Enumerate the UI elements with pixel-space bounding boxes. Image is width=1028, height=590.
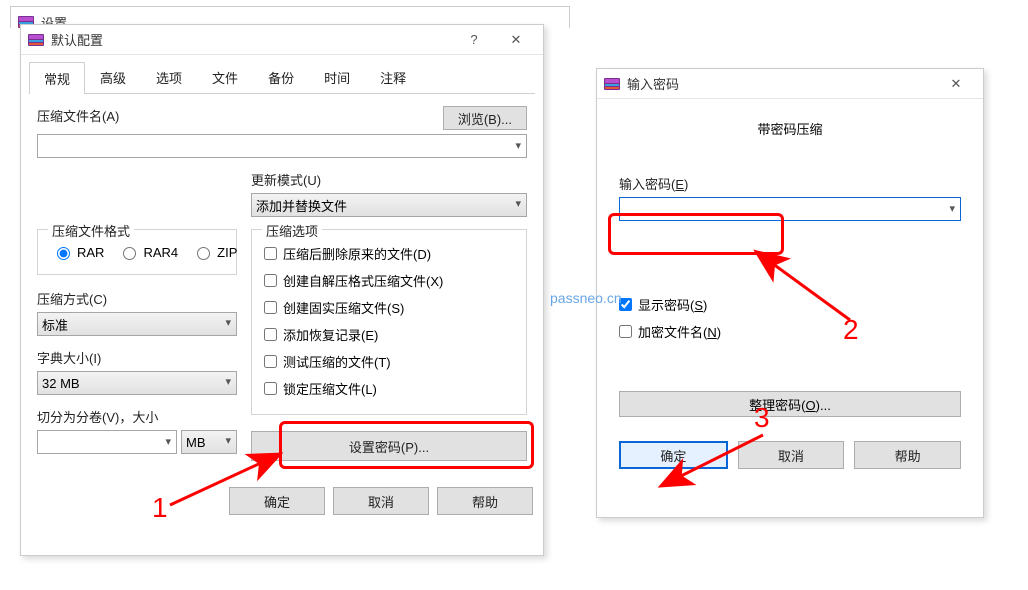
- update-mode-select[interactable]: 添加并替换文件: [251, 193, 527, 217]
- tab-advanced[interactable]: 高级: [85, 61, 141, 93]
- close-icon: ✕: [511, 32, 522, 48]
- password-section-title: 带密码压缩: [619, 119, 961, 138]
- dialog-button-row: 确定 取消 帮助: [21, 473, 543, 527]
- format-legend: 压缩文件格式: [48, 221, 134, 240]
- split-unit-select[interactable]: MB: [181, 430, 237, 454]
- default-config-window: 默认配置 ? ✕ 常规 高级 选项 文件 备份 时间 注释 压缩文件名(A) 浏…: [20, 24, 544, 556]
- help-button[interactable]: 帮助: [437, 487, 533, 515]
- opt-delete-after[interactable]: [264, 247, 277, 260]
- radio-rar4[interactable]: RAR4: [118, 244, 178, 260]
- archive-name-input[interactable]: [37, 134, 527, 158]
- default-config-title: 默认配置: [51, 30, 453, 49]
- winrar-icon: [603, 75, 621, 93]
- password-ok-button[interactable]: 确定: [619, 441, 728, 469]
- radio-rar[interactable]: RAR: [52, 244, 104, 260]
- method-select[interactable]: 标准: [37, 312, 237, 336]
- options-legend: 压缩选项: [262, 221, 322, 240]
- tab-time[interactable]: 时间: [309, 61, 365, 93]
- general-tab-content: 压缩文件名(A) 浏览(B)... 更新模式(U) 添加并替换文件 压缩文件格式: [21, 94, 543, 473]
- tab-backup[interactable]: 备份: [253, 61, 309, 93]
- update-mode-label: 更新模式(U): [251, 170, 527, 189]
- password-input[interactable]: [619, 197, 961, 221]
- tab-strip: 常规 高级 选项 文件 备份 时间 注释: [21, 55, 543, 93]
- opt-recovery[interactable]: [264, 328, 277, 341]
- opt-lock[interactable]: [264, 382, 277, 395]
- radio-zip[interactable]: ZIP: [192, 244, 237, 260]
- show-password-label: 显示密码(S): [638, 295, 707, 314]
- password-close-button[interactable]: ✕: [935, 70, 977, 98]
- split-label: 切分为分卷(V)，大小: [37, 407, 237, 426]
- tab-general[interactable]: 常规: [29, 62, 85, 94]
- dict-label: 字典大小(I): [37, 348, 237, 367]
- password-label: 输入密码(E): [619, 174, 961, 193]
- password-dialog-title: 输入密码: [627, 74, 935, 93]
- password-cancel-button[interactable]: 取消: [738, 441, 845, 469]
- browse-button[interactable]: 浏览(B)...: [443, 106, 527, 130]
- cancel-button[interactable]: 取消: [333, 487, 429, 515]
- format-fieldset: 压缩文件格式 RAR RAR4 ZIP: [37, 229, 237, 275]
- opt-test[interactable]: [264, 355, 277, 368]
- ok-button[interactable]: 确定: [229, 487, 325, 515]
- archive-name-combo[interactable]: [37, 134, 527, 158]
- show-password-checkbox[interactable]: [619, 298, 632, 311]
- archive-name-label: 压缩文件名(A): [37, 106, 119, 125]
- set-password-button[interactable]: 设置密码(P)...: [251, 431, 527, 461]
- tab-options[interactable]: 选项: [141, 61, 197, 93]
- opt-solid[interactable]: [264, 301, 277, 314]
- password-help-button[interactable]: 帮助: [854, 441, 961, 469]
- method-label: 压缩方式(C): [37, 289, 237, 308]
- password-titlebar: 输入密码 ✕: [597, 69, 983, 99]
- close-icon: ✕: [951, 76, 962, 92]
- winrar-icon: [27, 31, 45, 49]
- tab-files[interactable]: 文件: [197, 61, 253, 93]
- opt-sfx[interactable]: [264, 274, 277, 287]
- tab-comment[interactable]: 注释: [365, 61, 421, 93]
- close-button[interactable]: ✕: [495, 26, 537, 54]
- password-dialog: 输入密码 ✕ 带密码压缩 输入密码(E) 显示密码(S) 加密文件名(N) 整理…: [596, 68, 984, 518]
- help-titlebar-button[interactable]: ?: [453, 26, 495, 54]
- default-config-titlebar: 默认配置 ? ✕: [21, 25, 543, 55]
- split-size-input[interactable]: [37, 430, 177, 454]
- encrypt-names-label: 加密文件名(N): [638, 322, 721, 341]
- dict-select[interactable]: 32 MB: [37, 371, 237, 395]
- organize-passwords-button[interactable]: 整理密码(O)...: [619, 391, 961, 417]
- options-fieldset: 压缩选项 压缩后删除原来的文件(D) 创建自解压格式压缩文件(X) 创建固实压缩…: [251, 229, 527, 415]
- encrypt-names-checkbox[interactable]: [619, 325, 632, 338]
